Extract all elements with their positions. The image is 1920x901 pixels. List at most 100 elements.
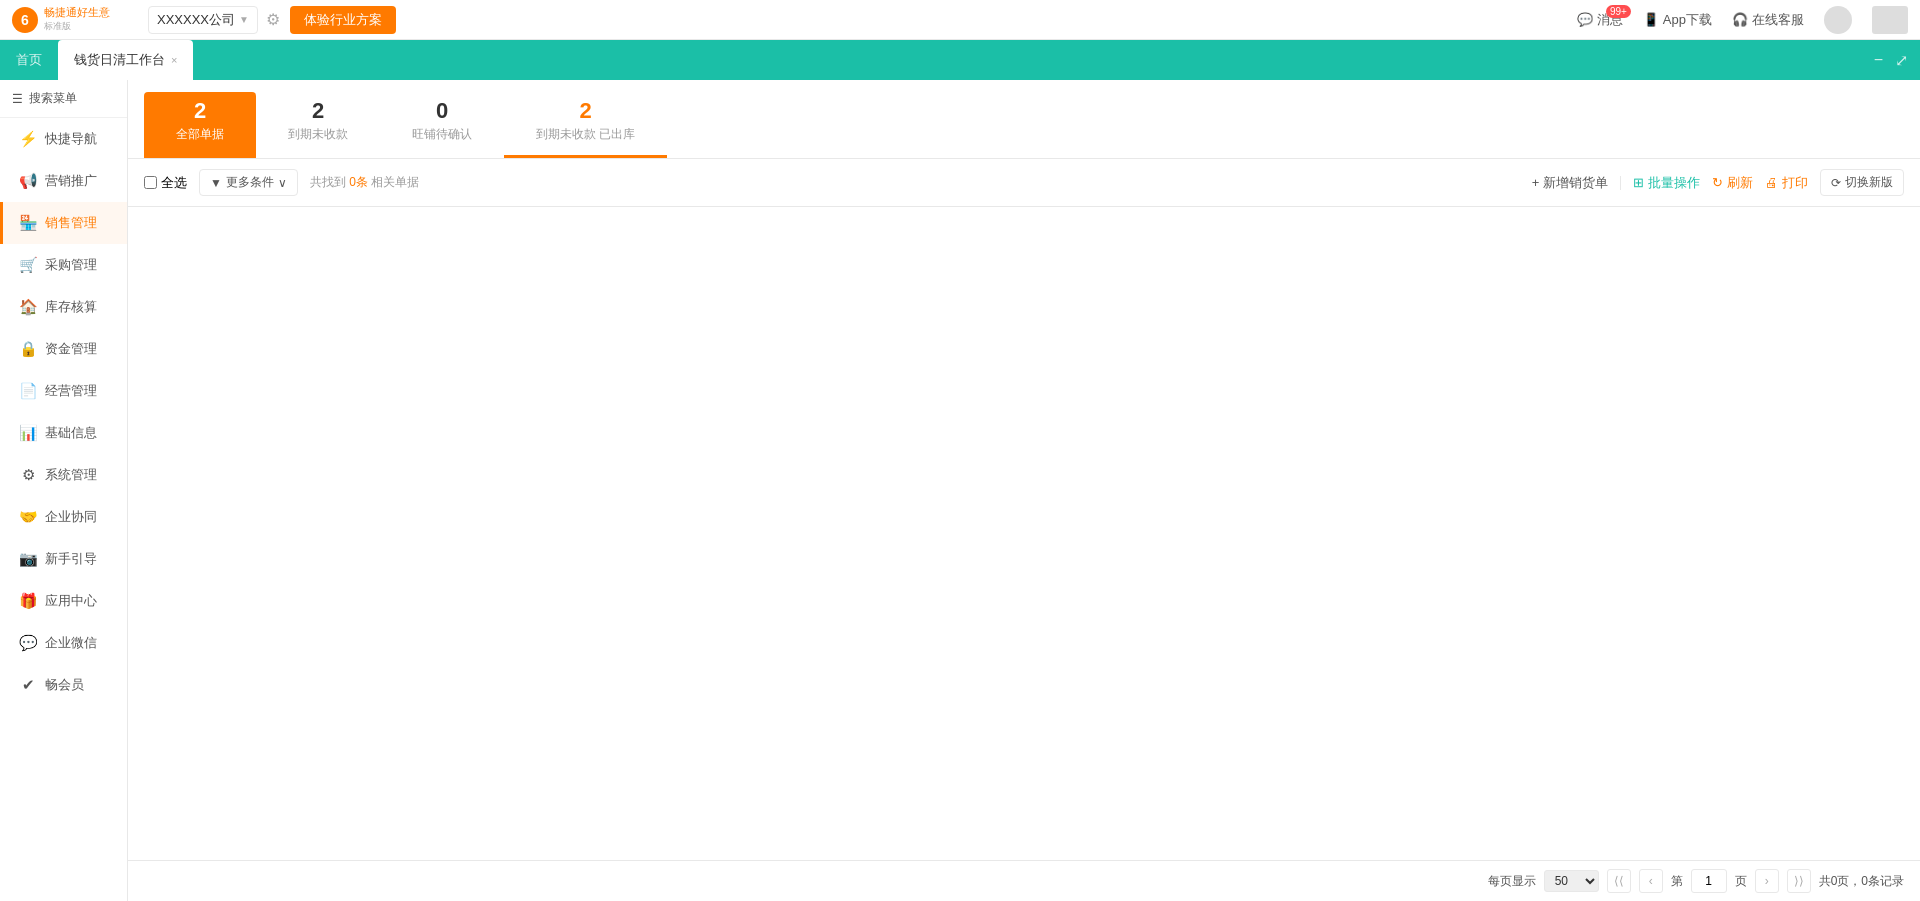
message-icon: 💬 [1577, 12, 1593, 27]
sidebar: ☰ 搜索菜单 ⚡ 快捷导航 📢 营销推广 🏪 销售管理 🛒 采购管理 🏠 库存核… [0, 80, 128, 901]
table-area [128, 207, 1920, 860]
sidebar-item-inventory-label: 库存核算 [45, 298, 97, 316]
stat-overdue-unpaid-label: 到期未收款 [288, 126, 348, 143]
sidebar-item-guide[interactable]: 📷 新手引导 [0, 538, 127, 580]
new-order-button[interactable]: + 新增销货单 [1532, 174, 1608, 192]
refresh-label: 刷新 [1727, 174, 1753, 192]
page-number-input[interactable] [1691, 869, 1727, 893]
page-size-label: 每页显示 [1488, 873, 1536, 890]
batch-op-button[interactable]: ⊞ 批量操作 [1633, 174, 1700, 192]
trial-button[interactable]: 体验行业方案 [290, 6, 396, 34]
stat-overdue-unshipped-number: 2 [580, 100, 592, 122]
switch-version-button[interactable]: ⟳ 切换新版 [1820, 169, 1904, 196]
tab-daily-clear-label: 钱货日清工作台 [74, 51, 165, 69]
sidebar-item-member[interactable]: ✔ 畅会员 [0, 664, 127, 706]
company-name: XXXXXX公司 [157, 11, 235, 29]
online-service-label: 在线客服 [1752, 11, 1804, 29]
stat-all-label: 全部单据 [176, 126, 224, 143]
minimize-icon[interactable]: − [1874, 51, 1883, 69]
stat-overdue-unpaid-number: 2 [312, 100, 324, 122]
base-info-icon: 📊 [19, 424, 37, 442]
online-service-button[interactable]: 🎧 在线客服 [1732, 11, 1804, 29]
user-info[interactable] [1872, 6, 1908, 34]
sidebar-item-cooperation-label: 企业协同 [45, 508, 97, 526]
select-all-label: 全选 [161, 174, 187, 192]
sidebar-item-quick-nav[interactable]: ⚡ 快捷导航 [0, 118, 127, 160]
found-text: 共找到 0条 相关单据 [310, 174, 419, 191]
found-count: 0条 [349, 175, 368, 189]
avatar[interactable] [1824, 6, 1852, 34]
stat-tab-overdue-unshipped[interactable]: 2 到期未收款 已出库 [504, 92, 667, 158]
tab-daily-clear[interactable]: 钱货日清工作台 × [58, 40, 193, 80]
search-menu-icon: ☰ [12, 92, 23, 106]
found-suffix: 相关单据 [371, 175, 419, 189]
sidebar-item-base-info-label: 基础信息 [45, 424, 97, 442]
main-layout: ☰ 搜索菜单 ⚡ 快捷导航 📢 营销推广 🏪 销售管理 🛒 采购管理 🏠 库存核… [0, 80, 1920, 901]
sidebar-item-operations[interactable]: 📄 经营管理 [0, 370, 127, 412]
sidebar-item-base-info[interactable]: 📊 基础信息 [0, 412, 127, 454]
app-download-button[interactable]: 📱 App下载 [1643, 11, 1712, 29]
wechat-icon: 💬 [19, 634, 37, 652]
logo-icon: 6 [12, 7, 38, 33]
stat-tab-pending-confirm[interactable]: 0 旺铺待确认 [380, 92, 504, 158]
switch-version-icon: ⟳ [1831, 176, 1841, 190]
sidebar-item-app-center-label: 应用中心 [45, 592, 97, 610]
found-prefix: 共找到 [310, 175, 346, 189]
refresh-button[interactable]: ↻ 刷新 [1712, 174, 1753, 192]
logo-title: 畅捷通好生意 [44, 6, 110, 19]
sidebar-item-purchase[interactable]: 🛒 采购管理 [0, 244, 127, 286]
tab-home-label: 首页 [16, 51, 42, 69]
sidebar-item-inventory[interactable]: 🏠 库存核算 [0, 286, 127, 328]
sidebar-item-operations-label: 经营管理 [45, 382, 97, 400]
next-page-button[interactable]: › [1755, 869, 1779, 893]
sidebar-item-system[interactable]: ⚙ 系统管理 [0, 454, 127, 496]
print-button[interactable]: 🖨 打印 [1765, 174, 1808, 192]
message-button[interactable]: 💬 消息 99+ [1577, 11, 1623, 29]
filter-button[interactable]: ▼ 更多条件 ∨ [199, 169, 298, 196]
sidebar-item-marketing-label: 营销推广 [45, 172, 97, 190]
stat-tab-overdue-unpaid[interactable]: 2 到期未收款 [256, 92, 380, 158]
sidebar-item-cooperation[interactable]: 🤝 企业协同 [0, 496, 127, 538]
marketing-icon: 📢 [19, 172, 37, 190]
close-tab-icon[interactable]: × [171, 54, 177, 66]
settings-button[interactable]: ⚙ [266, 10, 280, 29]
online-service-icon: 🎧 [1732, 12, 1748, 27]
prev-page-button[interactable]: ‹ [1639, 869, 1663, 893]
sidebar-item-wechat-label: 企业微信 [45, 634, 97, 652]
guide-icon: 📷 [19, 550, 37, 568]
total-text: 共0页，0条记录 [1819, 873, 1904, 890]
message-badge: 99+ [1606, 5, 1631, 18]
first-page-button[interactable]: ⟨⟨ [1607, 869, 1631, 893]
sidebar-item-finance[interactable]: 🔒 资金管理 [0, 328, 127, 370]
filter-arrow-icon: ∨ [278, 176, 287, 190]
purchase-icon: 🛒 [19, 256, 37, 274]
stat-tab-all[interactable]: 2 全部单据 [144, 92, 256, 158]
tab-home[interactable]: 首页 [0, 40, 58, 80]
last-page-button[interactable]: ⟩⟩ [1787, 869, 1811, 893]
select-all-checkbox[interactable]: 全选 [144, 174, 187, 192]
search-menu-button[interactable]: ☰ 搜索菜单 [0, 80, 127, 118]
stats-tabs: 2 全部单据 2 到期未收款 0 旺铺待确认 2 到期未收款 已出库 [128, 80, 1920, 159]
pagination: 每页显示 20 50 100 ⟨⟨ ‹ 第 页 › ⟩⟩ 共0页，0条记录 [128, 860, 1920, 901]
maximize-icon[interactable]: ⤢ [1895, 51, 1908, 70]
page-text: 第 [1671, 873, 1683, 890]
stat-overdue-unshipped-label: 到期未收款 已出库 [536, 126, 635, 143]
system-icon: ⚙ [19, 466, 37, 484]
quick-nav-icon: ⚡ [19, 130, 37, 148]
sidebar-item-marketing[interactable]: 📢 营销推广 [0, 160, 127, 202]
filter-label: 更多条件 [226, 174, 274, 191]
page-size-select[interactable]: 20 50 100 [1544, 870, 1599, 892]
company-selector[interactable]: XXXXXX公司 ▼ [148, 6, 258, 34]
toolbar: 全选 ▼ 更多条件 ∨ 共找到 0条 相关单据 + 新增销货单 ⊞ 批量操作 [128, 159, 1920, 207]
logo-sub: 标准版 [44, 20, 110, 33]
nav-tab-actions: − ⤢ [1874, 51, 1920, 70]
refresh-icon: ↻ [1712, 175, 1723, 190]
sidebar-item-sales[interactable]: 🏪 销售管理 [0, 202, 127, 244]
content-area: 2 全部单据 2 到期未收款 0 旺铺待确认 2 到期未收款 已出库 全选 [128, 80, 1920, 901]
batch-op-icon: ⊞ [1633, 175, 1644, 190]
sidebar-item-wechat[interactable]: 💬 企业微信 [0, 622, 127, 664]
new-order-label: + 新增销货单 [1532, 174, 1608, 192]
print-label: 打印 [1782, 174, 1808, 192]
select-all-input[interactable] [144, 176, 157, 189]
sidebar-item-app-center[interactable]: 🎁 应用中心 [0, 580, 127, 622]
